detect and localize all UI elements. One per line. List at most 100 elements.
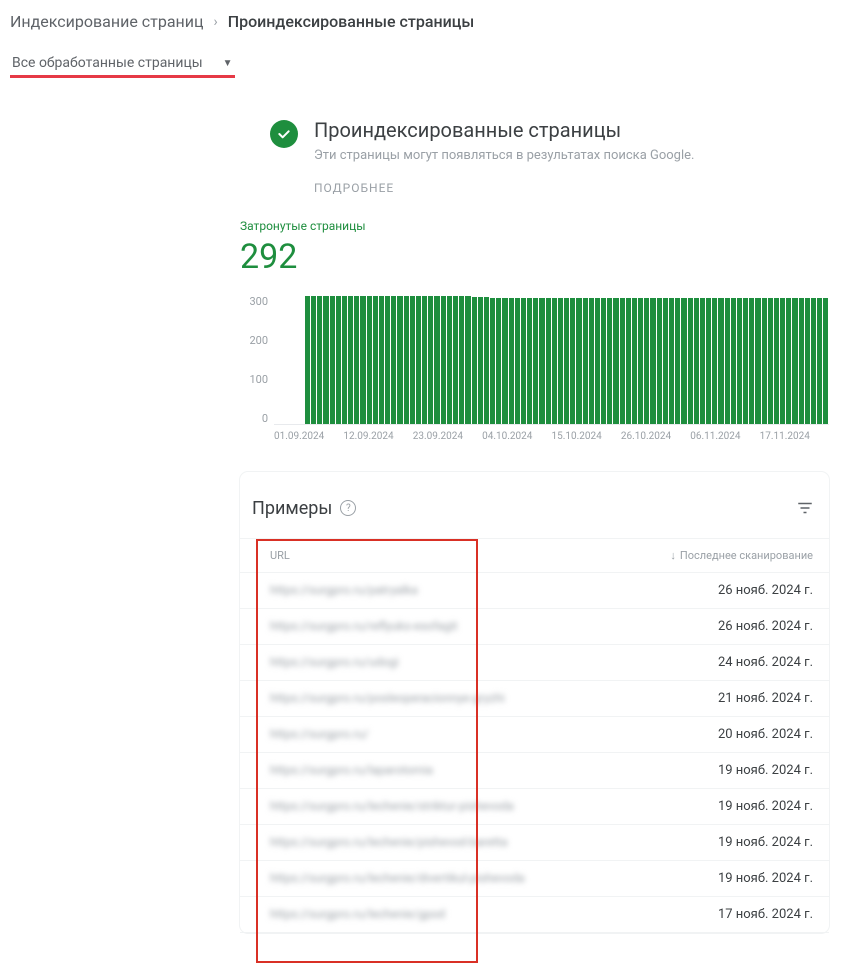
chart-bar[interactable]	[422, 296, 427, 424]
chart-bar[interactable]	[583, 298, 588, 424]
chart-bar[interactable]	[336, 296, 341, 424]
chart-bar[interactable]	[533, 298, 538, 424]
chart-bar[interactable]	[428, 296, 433, 424]
table-row[interactable]: https://surgpro.ru/posleoperacionnye-gry…	[240, 681, 829, 717]
chart-bar[interactable]	[589, 298, 594, 424]
chart-bar[interactable]	[570, 298, 575, 424]
chart-bar[interactable]	[472, 297, 477, 424]
chart-bar[interactable]	[576, 298, 581, 424]
col-crawl-header[interactable]: ↓ Последнее сканирование	[670, 549, 813, 562]
chart-bar[interactable]	[515, 298, 520, 424]
chart-bar[interactable]	[527, 298, 532, 424]
chart-bar[interactable]	[453, 296, 458, 424]
table-row[interactable]: https://surgpro.ru/lechenie/pishevod-bar…	[240, 825, 829, 861]
chart-bar[interactable]	[805, 298, 810, 424]
chart-bar[interactable]	[342, 296, 347, 424]
chart-bar[interactable]	[311, 296, 316, 424]
chart-bar[interactable]	[484, 297, 489, 424]
chart-bars[interactable]	[274, 295, 829, 425]
chart-bar[interactable]	[348, 296, 353, 424]
chart-bar[interactable]	[539, 298, 544, 424]
chart-bar[interactable]	[644, 298, 649, 424]
details-link[interactable]: ПОДРОБНЕЕ	[314, 181, 694, 195]
chart-bar[interactable]	[613, 298, 618, 424]
chart-bar[interactable]	[317, 296, 322, 424]
chart-bar[interactable]	[626, 298, 631, 424]
chart-bar[interactable]	[397, 296, 402, 424]
chart-bar[interactable]	[755, 298, 760, 424]
chart-bar[interactable]	[607, 298, 612, 424]
table-row[interactable]: https://surgpro.ru/lechenie/gpod17 нояб.…	[240, 897, 829, 933]
chart-bar[interactable]	[564, 298, 569, 424]
chart-bar[interactable]	[373, 296, 378, 424]
chart-bar[interactable]	[749, 298, 754, 424]
chart-bar[interactable]	[367, 296, 372, 424]
chart-bar[interactable]	[490, 298, 495, 424]
table-row[interactable]: https://surgpro.ru/reflyuks-esofagit26 н…	[240, 609, 829, 645]
chart-bar[interactable]	[496, 298, 501, 424]
chart-bar[interactable]	[638, 298, 643, 424]
col-url-header[interactable]: URL	[270, 549, 290, 562]
table-row[interactable]: https://surgpro.ru/laparotomia19 нояб. 2…	[240, 753, 829, 789]
chart-bar[interactable]	[694, 298, 699, 424]
chart-bar[interactable]	[434, 296, 439, 424]
filter-dropdown[interactable]: Все обработанные страницы ▼	[10, 53, 235, 78]
chart-bar[interactable]	[657, 298, 662, 424]
chart-bar[interactable]	[360, 296, 365, 424]
chart-bar[interactable]	[650, 298, 655, 424]
chart-bar[interactable]	[478, 297, 483, 424]
chart-bar[interactable]	[416, 296, 421, 424]
chart-bar[interactable]	[669, 298, 674, 424]
chart-bar[interactable]	[743, 298, 748, 424]
chart-bar[interactable]	[811, 298, 816, 424]
chart-bar[interactable]	[799, 298, 804, 424]
chart-bar[interactable]	[768, 298, 773, 424]
chart-bar[interactable]	[706, 298, 711, 424]
chart-bar[interactable]	[447, 296, 452, 424]
chart-bar[interactable]	[774, 298, 779, 424]
table-row[interactable]: https://surgpro.ru/lechenie/striktur-pis…	[240, 789, 829, 825]
chart-bar[interactable]	[817, 298, 822, 424]
chart-bar[interactable]	[725, 298, 730, 424]
chart-bar[interactable]	[502, 298, 507, 424]
chart-bar[interactable]	[546, 298, 551, 424]
chart-bar[interactable]	[323, 296, 328, 424]
chart-bar[interactable]	[688, 298, 693, 424]
chart-bar[interactable]	[552, 298, 557, 424]
chart-bar[interactable]	[459, 296, 464, 424]
chart-bar[interactable]	[521, 298, 526, 424]
chart-bar[interactable]	[737, 298, 742, 424]
breadcrumb-parent[interactable]: Индексирование страниц	[10, 12, 204, 31]
chart-bar[interactable]	[379, 296, 384, 424]
chart-bar[interactable]	[700, 298, 705, 424]
chart-bar[interactable]	[404, 296, 409, 424]
chart-bar[interactable]	[718, 298, 723, 424]
chart-bar[interactable]	[712, 298, 717, 424]
chart-bar[interactable]	[620, 298, 625, 424]
filter-icon[interactable]	[793, 496, 817, 520]
chart-bar[interactable]	[681, 298, 686, 424]
chart-bar[interactable]	[410, 296, 415, 424]
chart-bar[interactable]	[465, 296, 470, 424]
chart-bar[interactable]	[305, 296, 310, 424]
help-icon[interactable]: ?	[340, 500, 356, 516]
chart-bar[interactable]	[509, 298, 514, 424]
chart-bar[interactable]	[391, 296, 396, 424]
chart-bar[interactable]	[675, 298, 680, 424]
chart-bar[interactable]	[762, 298, 767, 424]
table-row[interactable]: https://surgpro.ru/patryalka26 нояб. 202…	[240, 573, 829, 609]
chart-bar[interactable]	[786, 298, 791, 424]
chart-bar[interactable]	[601, 298, 606, 424]
table-row[interactable]: https://surgpro.ru/20 нояб. 2024 г.	[240, 717, 829, 753]
chart-bar[interactable]	[780, 298, 785, 424]
chart-bar[interactable]	[441, 296, 446, 424]
chart-bar[interactable]	[632, 298, 637, 424]
table-row[interactable]: https://surgpro.ru/lechenie/divertikul-p…	[240, 861, 829, 897]
chart-bar[interactable]	[731, 298, 736, 424]
chart-bar[interactable]	[792, 298, 797, 424]
chart-bar[interactable]	[663, 298, 668, 424]
chart-bar[interactable]	[330, 296, 335, 424]
chart-bar[interactable]	[595, 298, 600, 424]
chart-bar[interactable]	[354, 296, 359, 424]
table-row[interactable]: https://surgpro.ru/udogi24 нояб. 2024 г.	[240, 645, 829, 681]
